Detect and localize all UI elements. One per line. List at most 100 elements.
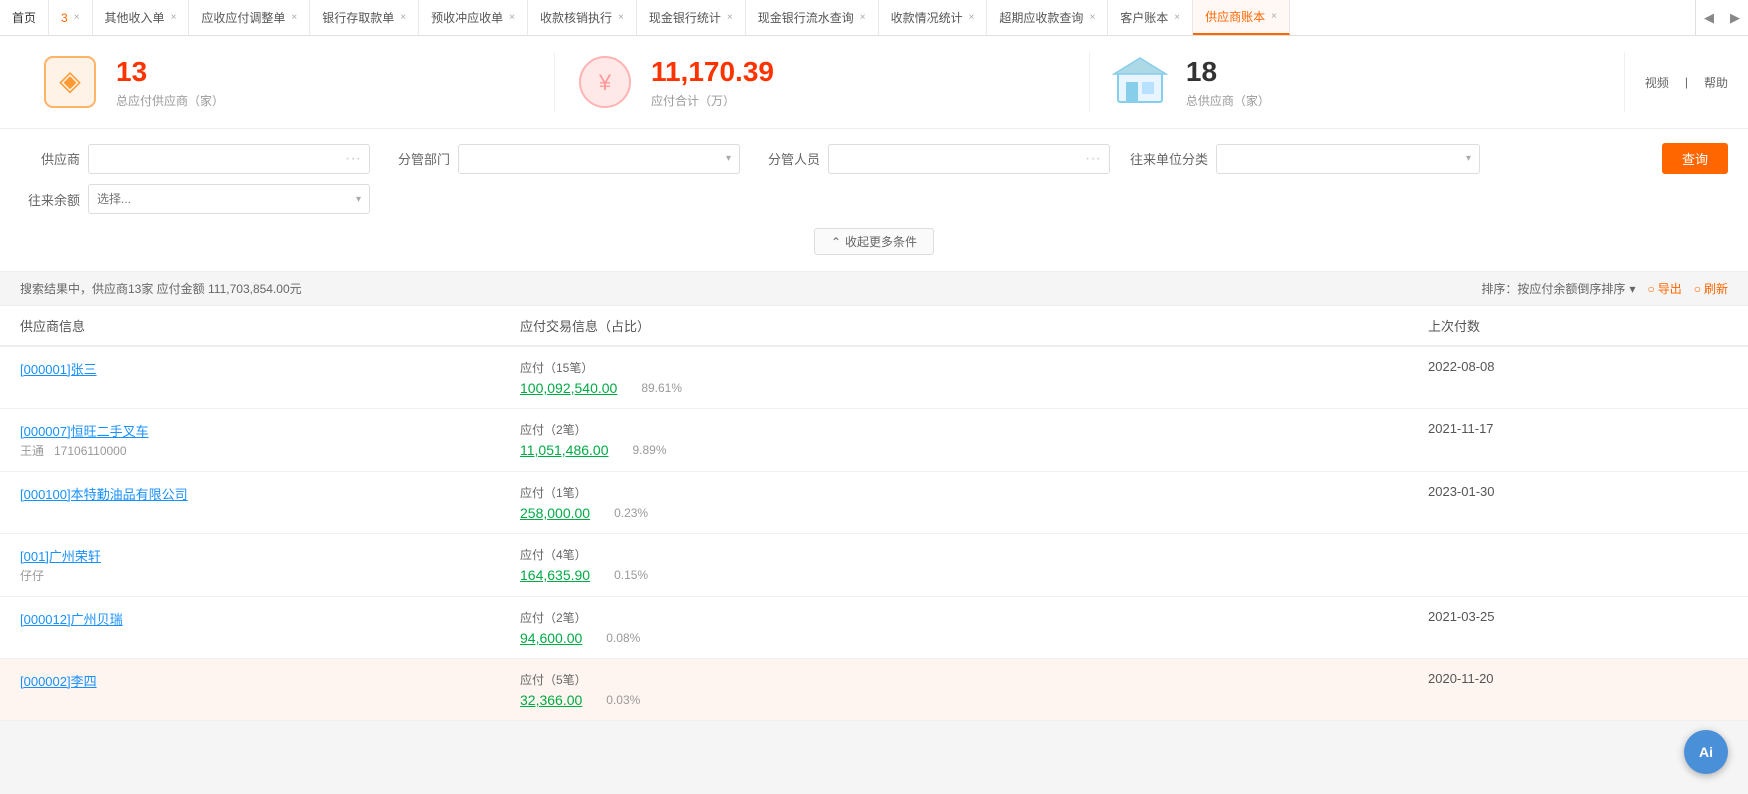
- nav-tab-cash-bank-stat[interactable]: 现金银行统计 ×: [637, 0, 746, 35]
- close-icon[interactable]: ×: [1174, 12, 1180, 23]
- close-icon[interactable]: ×: [509, 12, 515, 23]
- supplier-name-link[interactable]: [000001]张三: [20, 359, 520, 378]
- summary-content-total-suppliers: 18 总供应商（家）: [1186, 55, 1270, 110]
- content-area: ◈ 13 总应付供应商（家） ¥ 11,170.39 应付合计（万）: [0, 36, 1748, 794]
- supplier-info-cell: [000100]本特勤油品有限公司: [20, 484, 520, 503]
- table-row: [000001]张三 应付（15笔） 100,092,540.00 89.61%…: [0, 347, 1748, 409]
- filter-balance: 往来余额 ▾: [20, 184, 370, 214]
- department-input[interactable]: ▾: [458, 144, 740, 174]
- nav-next-button[interactable]: ▶: [1722, 0, 1748, 36]
- balance-text-input[interactable]: [97, 192, 356, 206]
- filter-department: 分管部门 ▾: [390, 144, 740, 174]
- nav-tab-supplier-book[interactable]: 供应商账本 ×: [1193, 0, 1290, 35]
- supplier-text-input[interactable]: [97, 152, 345, 166]
- payable-amount-link[interactable]: 11,051,486.00: [520, 442, 609, 458]
- right-actions: 排序：按应付余额倒序排序 ▾ ○ 导出 ○ 刷新: [1481, 280, 1728, 297]
- supplier-contact: 王通 17106110000: [20, 442, 520, 459]
- nav-prev-button[interactable]: ◀: [1696, 0, 1722, 36]
- separator: |: [1685, 75, 1688, 89]
- department-text-input[interactable]: [467, 152, 726, 166]
- balance-filter-label: 往来余额: [20, 190, 80, 209]
- department-filter-label: 分管部门: [390, 149, 450, 168]
- data-table: 供应商信息 应付交易信息（占比） 上次付数 [000001]张三 应付（15笔）…: [0, 306, 1748, 721]
- payable-amount-link[interactable]: 94,600.00: [520, 630, 582, 646]
- filter-supplier: 供应商 ···: [20, 144, 370, 174]
- supplier-name-link[interactable]: [000100]本特勤油品有限公司: [20, 484, 520, 503]
- nav-tab-customer-book[interactable]: 客户账本 ×: [1108, 0, 1193, 35]
- payable-percent: 0.08%: [606, 631, 640, 645]
- nav-tab-adjustment[interactable]: 应收应付调整单 ×: [189, 0, 310, 35]
- refresh-button[interactable]: ○ 刷新: [1694, 280, 1728, 297]
- query-button[interactable]: 查询: [1662, 143, 1728, 174]
- supplier-input[interactable]: ···: [88, 144, 370, 174]
- supplier-icon: ◈: [40, 52, 100, 112]
- payable-amount-link[interactable]: 100,092,540.00: [520, 380, 617, 396]
- nav-tab-other-income[interactable]: 其他收入单 ×: [93, 0, 190, 35]
- balance-chevron[interactable]: ▾: [356, 194, 361, 205]
- close-icon[interactable]: ×: [74, 12, 80, 23]
- close-icon[interactable]: ×: [291, 12, 297, 23]
- export-button[interactable]: ○ 导出: [1647, 280, 1681, 297]
- category-input[interactable]: ▾: [1216, 144, 1480, 174]
- person-text-input[interactable]: [837, 152, 1085, 166]
- filter-area: 供应商 ··· 分管部门 ▾ 分管人员 ···: [0, 129, 1748, 272]
- nav-tab-overdue[interactable]: 超期应收款查询 ×: [987, 0, 1108, 35]
- nav-tab-home[interactable]: 首页: [0, 0, 49, 35]
- person-input[interactable]: ···: [828, 144, 1110, 174]
- video-link[interactable]: 视频: [1645, 74, 1669, 91]
- header-last-pay: 上次付数: [1428, 316, 1728, 335]
- payable-amount-link[interactable]: 32,366.00: [520, 692, 582, 708]
- category-text-input[interactable]: [1225, 152, 1466, 166]
- nav-tab-bank[interactable]: 银行存取款单 ×: [310, 0, 419, 35]
- supplier-name-link[interactable]: [000002]李四: [20, 671, 520, 690]
- supplier-name-link[interactable]: [000007]恒旺二手叉车: [20, 421, 520, 440]
- table-row: [000100]本特勤油品有限公司 应付（1笔） 258,000.00 0.23…: [0, 472, 1748, 534]
- ai-assistant-button[interactable]: Ai: [1684, 730, 1728, 774]
- collapse-button[interactable]: ⌃ 收起更多条件: [814, 228, 934, 255]
- balance-input[interactable]: ▾: [88, 184, 370, 214]
- filter-row-2: 往来余额 ▾: [20, 184, 1728, 214]
- close-icon[interactable]: ×: [400, 12, 406, 23]
- collapse-icon: ⌃: [831, 235, 841, 249]
- person-filter-label: 分管人员: [760, 149, 820, 168]
- payable-amount-label: 应付合计（万）: [651, 92, 774, 109]
- person-dots[interactable]: ···: [1085, 150, 1101, 168]
- supplier-info-cell: [000002]李四: [20, 671, 520, 690]
- close-icon[interactable]: ×: [727, 12, 733, 23]
- department-chevron[interactable]: ▾: [726, 153, 731, 164]
- sort-button[interactable]: 排序：按应付余额倒序排序 ▾: [1481, 280, 1635, 297]
- close-icon[interactable]: ×: [1089, 12, 1095, 23]
- payable-amount-link[interactable]: 258,000.00: [520, 505, 590, 521]
- last-pay-date: 2020-11-20: [1428, 671, 1728, 686]
- supplier-name-link[interactable]: [001]广州荣轩: [20, 546, 520, 565]
- close-icon[interactable]: ×: [618, 12, 624, 23]
- supplier-name-link[interactable]: [000012]广州贝瑞: [20, 609, 520, 628]
- payable-amount-link[interactable]: 164,635.90: [520, 567, 590, 583]
- refresh-label: 刷新: [1704, 280, 1728, 297]
- help-link[interactable]: 帮助: [1704, 74, 1728, 91]
- close-icon[interactable]: ×: [171, 12, 177, 23]
- nav-tab-prepay[interactable]: 预收冲应收单 ×: [419, 0, 528, 35]
- close-icon[interactable]: ×: [969, 12, 975, 23]
- table-row: [000002]李四 应付（5笔） 32,366.00 0.03% 2020-1…: [0, 659, 1748, 721]
- payable-suppliers-label: 总应付供应商（家）: [116, 92, 224, 109]
- summary-content-payable-amount: 11,170.39 应付合计（万）: [651, 55, 774, 110]
- nav-tab-cash-bank-flow[interactable]: 现金银行流水查询 ×: [746, 0, 879, 35]
- nav-tab-payment-exec[interactable]: 收款核销执行 ×: [528, 0, 637, 35]
- summary-row: ◈ 13 总应付供应商（家） ¥ 11,170.39 应付合计（万）: [0, 36, 1748, 129]
- supplier-dots[interactable]: ···: [345, 150, 361, 168]
- nav-tab-payment-stat[interactable]: 收款情况统计 ×: [879, 0, 988, 35]
- payable-label: 应付（1笔）: [520, 484, 1428, 501]
- supplier-info-cell: [001]广州荣轩 仔仔: [20, 546, 520, 584]
- svg-text:◈: ◈: [59, 65, 81, 96]
- total-suppliers-number: 18: [1186, 55, 1270, 89]
- close-icon[interactable]: ×: [860, 12, 866, 23]
- close-icon[interactable]: ×: [1271, 11, 1277, 22]
- payable-icon: ¥: [575, 52, 635, 112]
- nav-tab-numbered[interactable]: 3 ×: [49, 0, 93, 35]
- payable-percent: 0.15%: [614, 568, 648, 582]
- summary-card-total-suppliers: 18 总供应商（家）: [1090, 52, 1625, 112]
- last-pay-date: 2023-01-30: [1428, 484, 1728, 499]
- category-chevron[interactable]: ▾: [1466, 153, 1471, 164]
- nav-arrows: ◀ ▶: [1695, 0, 1748, 36]
